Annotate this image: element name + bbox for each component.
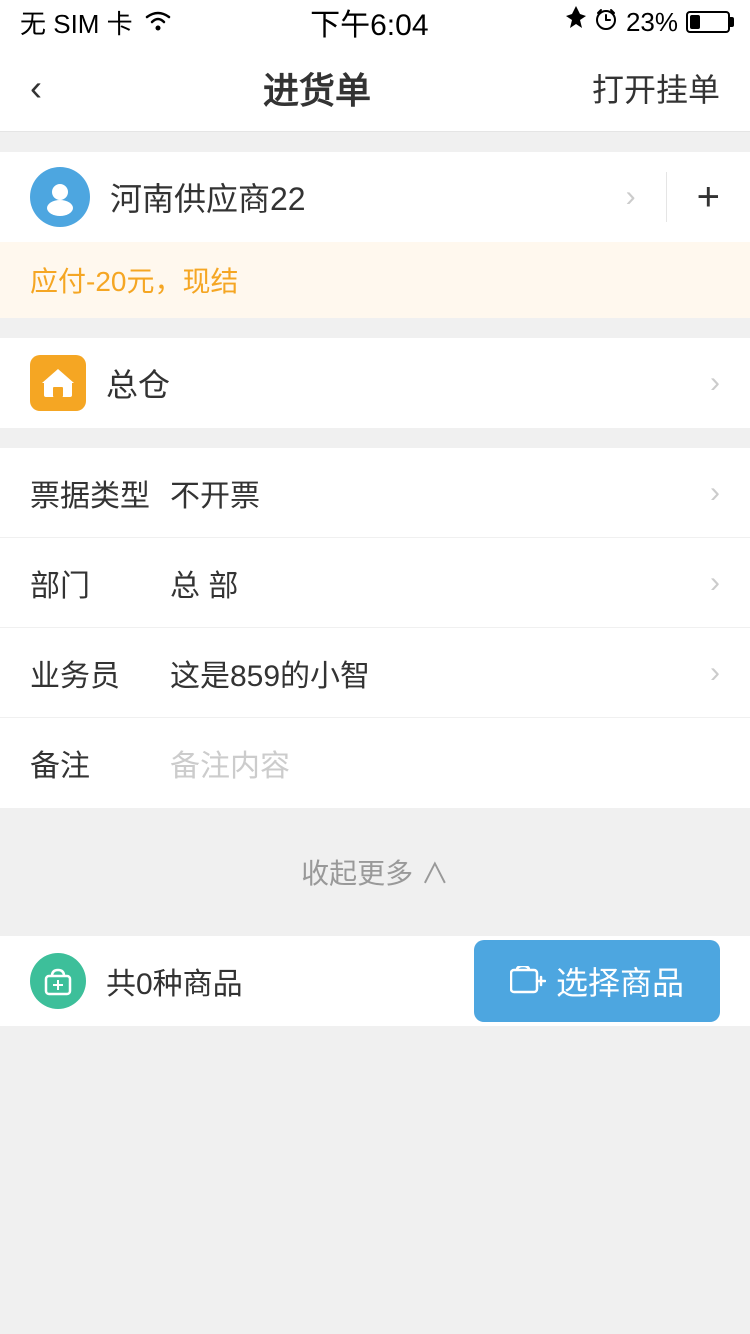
invoice-type-chevron-icon: ›: [710, 476, 720, 510]
status-time: 下午6:04: [310, 0, 428, 44]
supplier-avatar: [30, 167, 90, 227]
remark-row[interactable]: 备注 备注内容: [0, 718, 750, 808]
remark-label: 备注: [30, 741, 150, 785]
salesperson-label: 业务员: [30, 651, 150, 695]
form-section: 票据类型 不开票 › 部门 总 部 › 业务员 这是859的小智 › 备注 备注…: [0, 448, 750, 808]
location-icon: [566, 6, 586, 39]
department-chevron-icon: ›: [710, 566, 720, 600]
department-row[interactable]: 部门 总 部 ›: [0, 538, 750, 628]
department-value: 总 部: [150, 561, 710, 605]
warehouse-name: 总仓: [106, 360, 710, 406]
warehouse-section[interactable]: 总仓 ›: [0, 338, 750, 428]
supplier-divider: [666, 172, 667, 222]
invoice-type-value: 不开票: [150, 471, 710, 515]
product-bag-icon: [30, 953, 86, 1009]
main-content: 河南供应商22 › + 应付-20元，现结 总仓 › 票据类型 不开票 › 部门…: [0, 132, 750, 1334]
bottom-bar: 共0种商品 选择商品: [0, 936, 750, 1026]
salesperson-row[interactable]: 业务员 这是859的小智 ›: [0, 628, 750, 718]
battery-percent: 23%: [626, 7, 678, 38]
remark-placeholder[interactable]: 备注内容: [150, 741, 720, 785]
nav-bar: ‹ 进货单 打开挂单: [0, 44, 750, 132]
status-bar: 无 SIM 卡 下午6:04 23%: [0, 0, 750, 44]
select-product-label: 选择商品: [556, 958, 684, 1004]
status-left: 无 SIM 卡: [20, 4, 173, 41]
warehouse-chevron-icon: ›: [710, 366, 720, 400]
product-count-label: 共0种商品: [106, 959, 474, 1003]
warehouse-icon: [30, 355, 86, 411]
wifi-icon: [143, 7, 173, 38]
add-supplier-button[interactable]: +: [697, 175, 720, 220]
supplier-name: 河南供应商22: [110, 174, 626, 220]
battery-icon: [686, 11, 730, 33]
invoice-type-label: 票据类型: [30, 471, 150, 515]
alarm-icon: [594, 7, 618, 38]
page-title: 进货单: [263, 62, 371, 114]
supplier-section[interactable]: 河南供应商22 › +: [0, 152, 750, 242]
collapse-button[interactable]: 收起更多 ∧: [0, 828, 750, 916]
back-button[interactable]: ‹: [30, 67, 42, 109]
supplier-chevron-icon: ›: [626, 180, 636, 214]
salesperson-chevron-icon: ›: [710, 656, 720, 690]
status-right: 23%: [566, 6, 730, 39]
select-product-button[interactable]: 选择商品: [474, 940, 720, 1022]
salesperson-value: 这是859的小智: [150, 651, 710, 695]
notice-banner: 应付-20元，现结: [0, 242, 750, 318]
invoice-type-row[interactable]: 票据类型 不开票 ›: [0, 448, 750, 538]
section-gap-1: [0, 132, 750, 152]
carrier-label: 无 SIM 卡: [20, 4, 133, 41]
department-label: 部门: [30, 561, 150, 605]
open-pending-button[interactable]: 打开挂单: [592, 65, 720, 111]
